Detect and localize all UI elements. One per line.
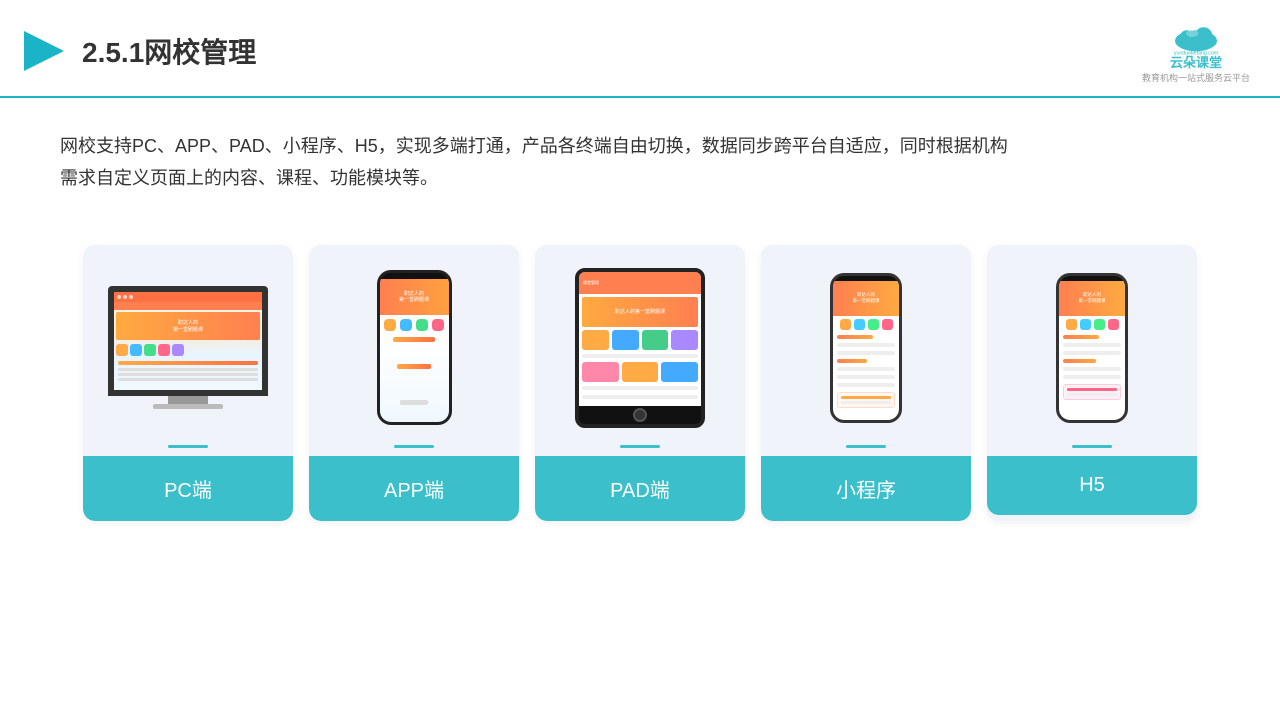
header-left: 2.5.1网校管理 (20, 27, 256, 75)
card-app: 职达人的第一堂刷题课 (309, 245, 519, 521)
card-app-label: APP端 (309, 456, 519, 521)
page-title: 2.5.1网校管理 (82, 31, 256, 71)
header: 2.5.1网校管理 yunduoketang.com 云朵课堂 教育机构一站式服… (0, 0, 1280, 98)
description: 网校支持PC、APP、PAD、小程序、H5，实现多端打通，产品各终端自由切换，数… (0, 98, 1280, 215)
app-phone: 职达人的第一堂刷题课 (377, 270, 452, 425)
card-pad-label: PAD端 (535, 456, 745, 521)
card-miniprogram-label: 小程序 (761, 456, 971, 521)
card-pad-image: 课堂管理 职达人的第一堂刷题课 (535, 245, 745, 445)
description-text2: 需求自定义页面上的内容、课程、功能模块等。 (60, 162, 1220, 194)
card-miniprogram-image: 职达人的第一堂刷题课 (761, 245, 971, 445)
card-h5-label: H5 (987, 456, 1197, 515)
logo-tagline: 教育机构一站式服务云平台 (1142, 71, 1250, 84)
card-h5-image: 职达人的第一堂刷题课 (987, 245, 1197, 445)
card-h5: 职达人的第一堂刷题课 (987, 245, 1197, 521)
logo-name: 云朵课堂 (1170, 52, 1222, 71)
card-miniprogram: 职达人的第一堂刷题课 (761, 245, 971, 521)
card-pad: 课堂管理 职达人的第一堂刷题课 (535, 245, 745, 521)
pc-monitor: 职达人的第一堂刷题课 (108, 286, 268, 409)
h5-phone: 职达人的第一堂刷题课 (1056, 273, 1128, 423)
cards-container: 职达人的第一堂刷题课 (0, 225, 1280, 551)
pad-tablet: 课堂管理 职达人的第一堂刷题课 (575, 268, 705, 428)
card-pc-image: 职达人的第一堂刷题课 (83, 245, 293, 445)
logo-area: yunduoketang.com 云朵课堂 教育机构一站式服务云平台 (1142, 18, 1250, 84)
description-text: 网校支持PC、APP、PAD、小程序、H5，实现多端打通，产品各终端自由切换，数… (60, 130, 1220, 162)
card-app-image: 职达人的第一堂刷题课 (309, 245, 519, 445)
card-pc: 职达人的第一堂刷题课 (83, 245, 293, 521)
card-pc-label: PC端 (83, 456, 293, 521)
logo-icon: yunduoketang.com (1166, 18, 1226, 56)
miniprogram-phone: 职达人的第一堂刷题课 (830, 273, 902, 423)
play-icon (20, 27, 68, 75)
